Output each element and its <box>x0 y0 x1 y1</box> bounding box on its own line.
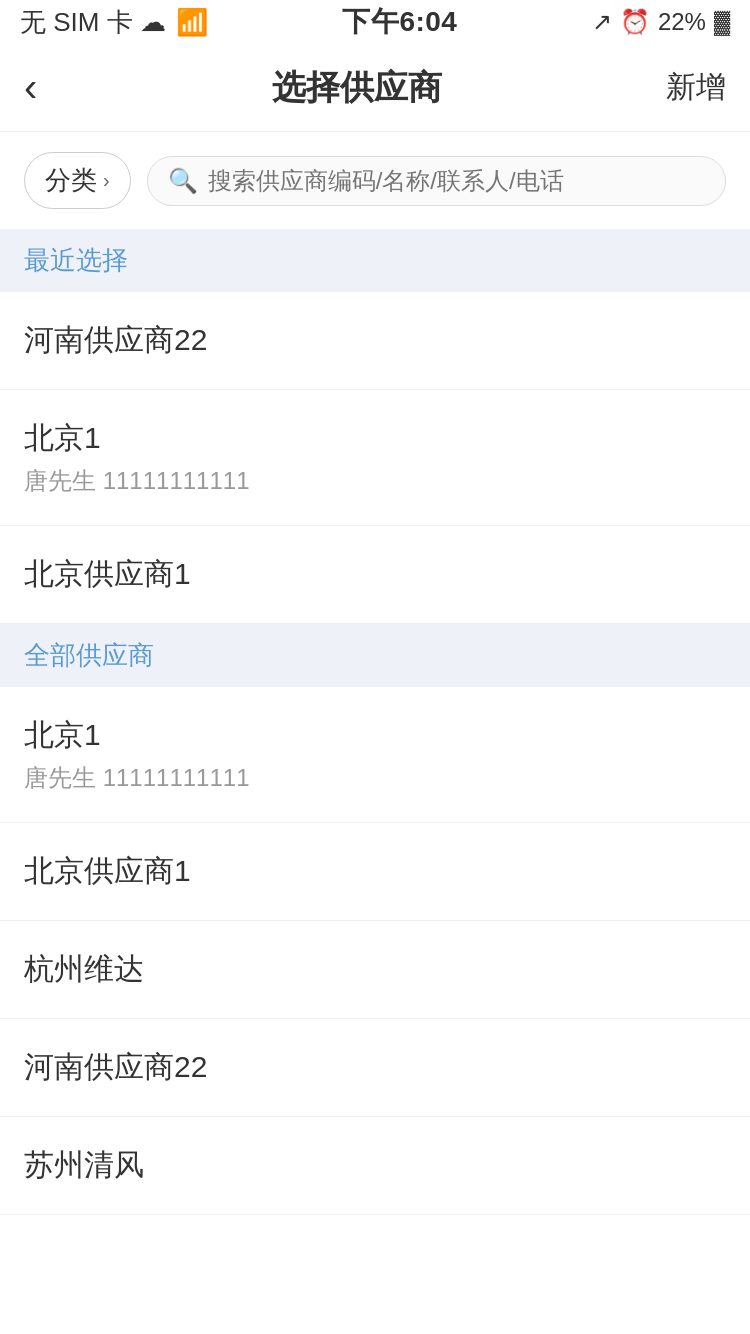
category-filter-button[interactable]: 分类 › <box>24 152 131 209</box>
wifi-icon: 📶 <box>176 7 208 38</box>
status-right: ↗ ⏰ 22% ▓ <box>592 8 730 36</box>
list-item[interactable]: 北京供应商1 <box>0 823 750 921</box>
page-title: 选择供应商 <box>272 65 442 111</box>
alarm-icon: ⏰ <box>620 8 650 36</box>
nav-bar: ‹ 选择供应商 新增 <box>0 44 750 132</box>
item-sub: 唐先生 11111111111 <box>24 762 726 794</box>
item-name: 北京1 <box>24 715 726 756</box>
recent-list: 河南供应商22 北京1 唐先生 11111111111 北京供应商1 <box>0 292 750 624</box>
item-name: 北京供应商1 <box>24 851 726 892</box>
search-icon: 🔍 <box>168 167 198 195</box>
search-input[interactable] <box>208 167 705 195</box>
list-item[interactable]: 苏州清风 <box>0 1117 750 1215</box>
list-item[interactable]: 北京供应商1 <box>0 526 750 624</box>
back-icon: ‹ <box>24 65 37 109</box>
category-label: 分类 <box>45 163 97 198</box>
item-name: 河南供应商22 <box>24 1047 726 1088</box>
all-section-header: 全部供应商 <box>0 624 750 687</box>
all-section-title: 全部供应商 <box>24 640 154 670</box>
recent-section-header: 最近选择 <box>0 229 750 292</box>
item-name: 北京1 <box>24 418 726 459</box>
recent-section-title: 最近选择 <box>24 245 128 275</box>
item-name: 杭州维达 <box>24 949 726 990</box>
item-name: 北京供应商1 <box>24 554 726 595</box>
location-icon: ↗ <box>592 8 612 36</box>
list-item[interactable]: 北京1 唐先生 11111111111 <box>0 687 750 823</box>
status-time: 下午6:04 <box>342 3 457 41</box>
list-item[interactable]: 杭州维达 <box>0 921 750 1019</box>
battery-label: 22% <box>658 8 706 36</box>
filter-bar: 分类 › 🔍 <box>0 132 750 229</box>
list-item[interactable]: 河南供应商22 <box>0 292 750 390</box>
no-sim-label: 无 SIM 卡 ☁ <box>20 5 166 40</box>
all-list: 北京1 唐先生 11111111111 北京供应商1 杭州维达河南供应商22 苏州清风 <box>0 687 750 1215</box>
add-button[interactable]: 新增 <box>666 67 726 108</box>
item-name: 苏州清风 <box>24 1145 726 1186</box>
search-box: 🔍 <box>147 156 726 206</box>
list-item[interactable]: 北京1 唐先生 11111111111 <box>0 390 750 526</box>
battery-icon: ▓ <box>714 9 730 35</box>
status-bar: 无 SIM 卡 ☁ 📶 下午6:04 ↗ ⏰ 22% ▓ <box>0 0 750 44</box>
status-left: 无 SIM 卡 ☁ 📶 <box>20 5 208 40</box>
item-sub: 唐先生 11111111111 <box>24 465 726 497</box>
item-name: 河南供应商22 <box>24 320 726 361</box>
list-item[interactable]: 河南供应商22 <box>0 1019 750 1117</box>
back-button[interactable]: ‹ <box>14 55 47 120</box>
chevron-right-icon: › <box>103 169 110 192</box>
